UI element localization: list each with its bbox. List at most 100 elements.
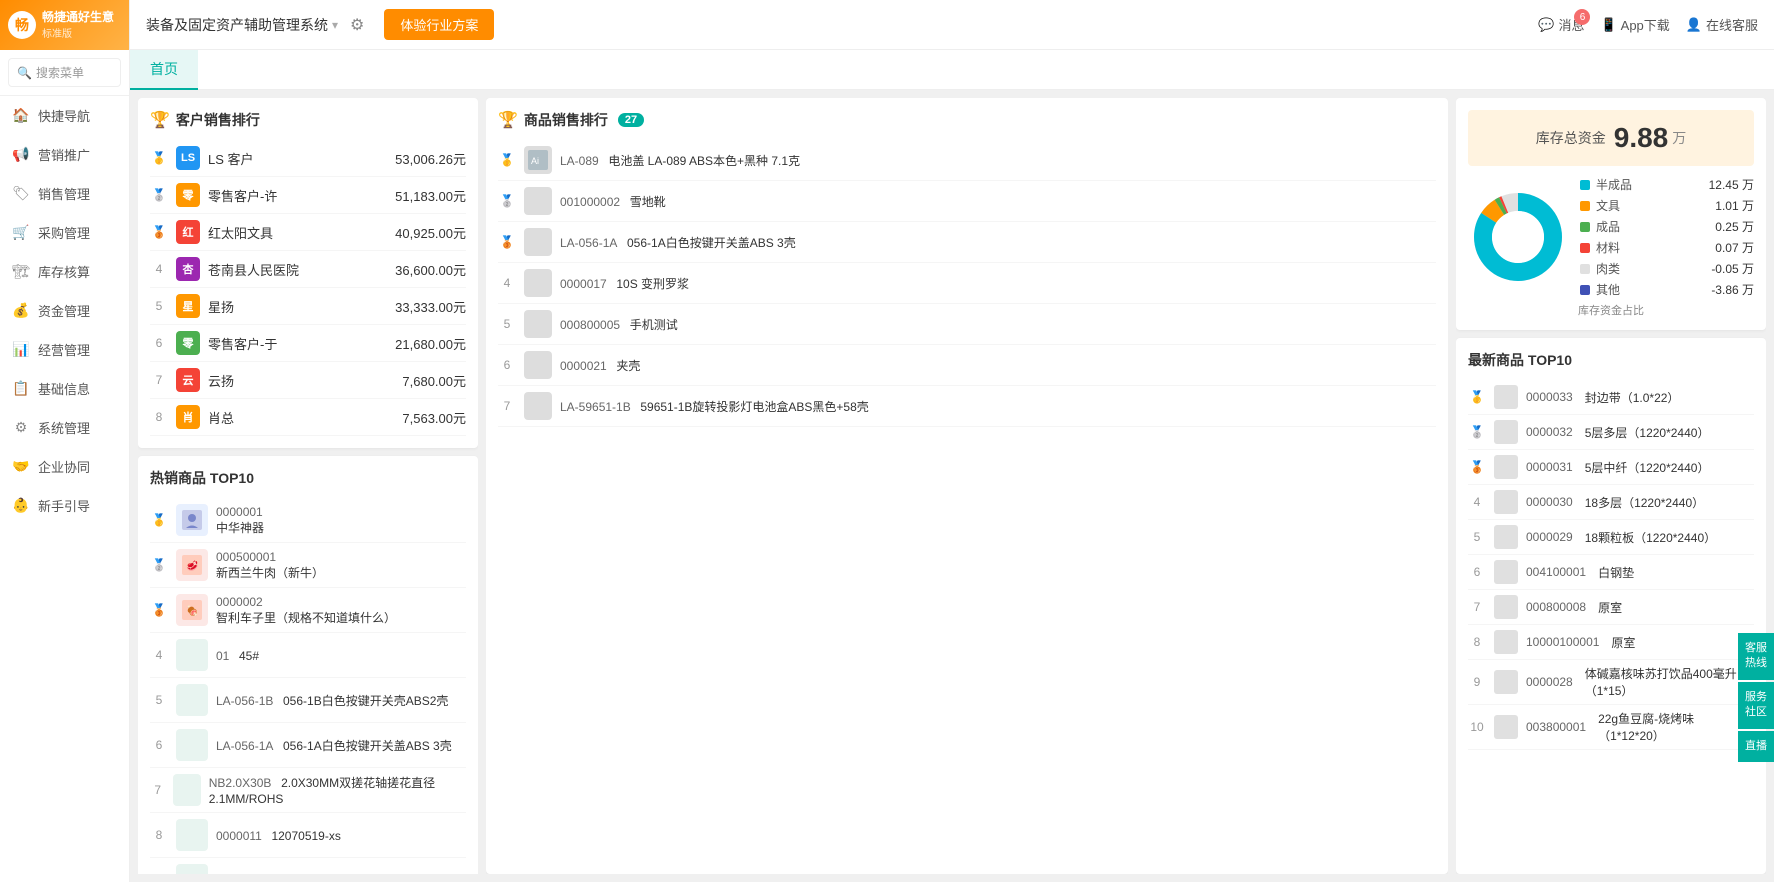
- table-row: 4 杏 苍南县人民医院 36,600.00元: [150, 251, 466, 288]
- rank-number: 🥇: [150, 513, 168, 527]
- rank-number: 7: [498, 399, 516, 413]
- avatar: 零: [176, 183, 200, 207]
- customer-ranking-card: 🏆 客户销售排行 🥇 LS LS 客户 53,006.26元 🥈 零: [138, 98, 478, 448]
- hot-products-card: 热销商品 TOP10 🥇 0000001 中华神器 🥈: [138, 456, 478, 874]
- sidebar-item-quick-nav[interactable]: 🏠 快捷导航: [0, 96, 129, 135]
- sidebar-item-basic-info[interactable]: 📋 基础信息: [0, 369, 129, 408]
- search-icon: 🔍: [17, 66, 32, 80]
- list-item: 9 0000028 体碱嘉核味苏打饮品400毫升（1*15）: [1468, 660, 1754, 705]
- product-thumbnail-placeholder: [176, 639, 208, 671]
- app-title: 畅捷通好生意: [42, 10, 114, 26]
- sidebar-item-label: 采购管理: [38, 223, 90, 242]
- donut-chart: [1468, 187, 1568, 287]
- sidebar-item-label: 经营管理: [38, 340, 90, 359]
- table-row: 🥈 001000002 雪地靴: [498, 181, 1436, 222]
- legend-item: 成品 0.25 万: [1580, 218, 1754, 235]
- tab-home[interactable]: 首页: [130, 50, 198, 90]
- rank-number: 🥈: [150, 188, 168, 202]
- product-info: LA-59651-1B 59651-1B旋转投影灯电池盒ABS黑色+58壳: [560, 398, 1436, 415]
- app-subtitle: 标准版: [42, 25, 114, 40]
- table-row: 6 0000021 夹壳: [498, 345, 1436, 386]
- basicinfo-icon: 📋: [12, 380, 30, 398]
- topbar: 装备及固定资产辅助管理系统 ▾ ⚙ 体验行业方案 💬 消息 6 📱 App下载 …: [130, 0, 1774, 50]
- service-community-button[interactable]: 服务社区: [1738, 682, 1774, 729]
- message-icon: 💬: [1538, 17, 1554, 33]
- list-item: 7 NB2.0X30B 2.0X30MM双搓花轴搓花直径2.1MM/ROHS: [150, 768, 466, 813]
- app-logo: 畅: [8, 11, 36, 39]
- service-icon: 👤: [1686, 17, 1702, 33]
- table-row: 🥇 Ai LA-089 电池盖 LA-089 ABS本色+黑种 7.1克: [498, 140, 1436, 181]
- inventory-header: 库存总资金 9.88 万: [1468, 110, 1754, 166]
- table-row: 7 云 云扬 7,680.00元: [150, 362, 466, 399]
- sidebar-item-marketing[interactable]: 📢 营销推广: [0, 135, 129, 174]
- avatar: 肖: [176, 405, 200, 429]
- mobile-icon: 📱: [1600, 17, 1616, 33]
- legend-item: 其他 -3.86 万: [1580, 281, 1754, 298]
- sidebar-item-operations[interactable]: 📊 经营管理: [0, 330, 129, 369]
- sidebar-item-enterprise[interactable]: 🤝 企业协同: [0, 447, 129, 486]
- table-row: 6 零 零售客户-于 21,680.00元: [150, 325, 466, 362]
- product-thumbnail: [1494, 595, 1518, 619]
- product-ranking-title: 🏆 商品销售排行 27: [498, 110, 1436, 130]
- messages-button[interactable]: 💬 消息 6: [1538, 15, 1584, 34]
- avatar: 星: [176, 294, 200, 318]
- left-panel: 🏆 客户销售排行 🥇 LS LS 客户 53,006.26元 🥈 零: [138, 98, 478, 874]
- customer-amount: 40,925.00元: [395, 223, 466, 242]
- new-products-card: 最新商品 TOP10 🥇 0000033 封边带（1.0*22） 🥈 00000…: [1456, 338, 1766, 874]
- rank-number: 9: [150, 873, 168, 874]
- product-thumbnail: 🥩: [176, 549, 208, 581]
- product-thumbnail-placeholder: [176, 864, 208, 874]
- float-buttons: 客服热线 服务社区 直播: [1738, 633, 1774, 762]
- product-thumbnail: 🍖: [176, 594, 208, 626]
- search-menu-label: 搜索菜单: [36, 64, 84, 81]
- sidebar-item-guide[interactable]: 👶 新手引导: [0, 486, 129, 525]
- sidebar-item-inventory[interactable]: 🏗 库存核算: [0, 252, 129, 291]
- rank-number: 5: [498, 317, 516, 331]
- content-area: 🏆 客户销售排行 🥇 LS LS 客户 53,006.26元 🥈 零: [130, 90, 1774, 882]
- system-icon: ⚙: [12, 419, 30, 437]
- system-name-dropdown[interactable]: 装备及固定资产辅助管理系统 ▾: [146, 15, 338, 35]
- list-item: 🥉 🍖 0000002 智利车子里（规格不知道填什么）: [150, 588, 466, 633]
- product-info: 000800005 手机测试: [560, 316, 1436, 333]
- product-ranking-card: 🏆 商品销售排行 27 🥇 Ai LA-089 电池盖 LA-089 ABS本色…: [486, 98, 1448, 874]
- sidebar-item-system[interactable]: ⚙ 系统管理: [0, 408, 129, 447]
- trial-button[interactable]: 体验行业方案: [384, 9, 494, 40]
- avatar: 红: [176, 220, 200, 244]
- list-item: 6 LA-056-1A 056-1A白色按键开关盖ABS 3壳: [150, 723, 466, 768]
- svg-text:🍖: 🍖: [186, 604, 198, 617]
- product-info: 0000001 中华神器: [216, 505, 264, 536]
- customer-name: LS 客户: [208, 149, 387, 168]
- product-thumbnail: Ai: [524, 146, 552, 174]
- sidebar-item-sales[interactable]: 🏷 销售管理: [0, 174, 129, 213]
- customer-amount: 33,333.00元: [395, 297, 466, 316]
- app-download-button[interactable]: 📱 App下载: [1600, 15, 1669, 34]
- sidebar-item-finance[interactable]: 💰 资金管理: [0, 291, 129, 330]
- rank-number: 🥉: [150, 603, 168, 617]
- table-row: 8 肖 肖总 7,563.00元: [150, 399, 466, 436]
- product-thumbnail: [1494, 490, 1518, 514]
- settings-gear-icon[interactable]: ⚙: [350, 15, 364, 35]
- table-row: 5 星 星扬 33,333.00元: [150, 288, 466, 325]
- online-service-button[interactable]: 👤 在线客服: [1686, 15, 1758, 34]
- product-thumbnail: [1494, 715, 1518, 739]
- list-item: 🥉 0000031 5层中纤（1220*2440）: [1468, 450, 1754, 485]
- rank-number: 7: [150, 373, 168, 387]
- table-row: 🥉 LA-056-1A 056-1A白色按键开关盖ABS 3壳: [498, 222, 1436, 263]
- app-download-label: App下载: [1621, 15, 1670, 34]
- sidebar-item-purchase[interactable]: 🛒 采购管理: [0, 213, 129, 252]
- rank-number: 🥈: [498, 194, 516, 208]
- sidebar: 畅 畅捷通好生意 标准版 🔍 搜索菜单 🏠 快捷导航 📢 营销推广 🏷 销售管理…: [0, 0, 130, 882]
- product-thumbnail: [1494, 455, 1518, 479]
- search-menu-button[interactable]: 🔍 搜索菜单: [8, 58, 121, 87]
- rank-number: 5: [1468, 530, 1486, 544]
- product-thumbnail: [524, 228, 552, 256]
- middle-panel: 🏆 商品销售排行 27 🥇 Ai LA-089 电池盖 LA-089 ABS本色…: [486, 98, 1448, 874]
- product-thumbnail: [524, 269, 552, 297]
- customer-ranking-table: 🥇 LS LS 客户 53,006.26元 🥈 零 零售客户-许 51,183.…: [150, 140, 466, 436]
- customer-service-button[interactable]: 客服热线: [1738, 633, 1774, 680]
- rank-number: 6: [1468, 565, 1486, 579]
- live-stream-button[interactable]: 直播: [1738, 731, 1774, 762]
- customer-name: 红太阳文具: [208, 223, 387, 242]
- list-item: 7 000800008 原室: [1468, 590, 1754, 625]
- sidebar-item-label: 新手引导: [38, 496, 90, 515]
